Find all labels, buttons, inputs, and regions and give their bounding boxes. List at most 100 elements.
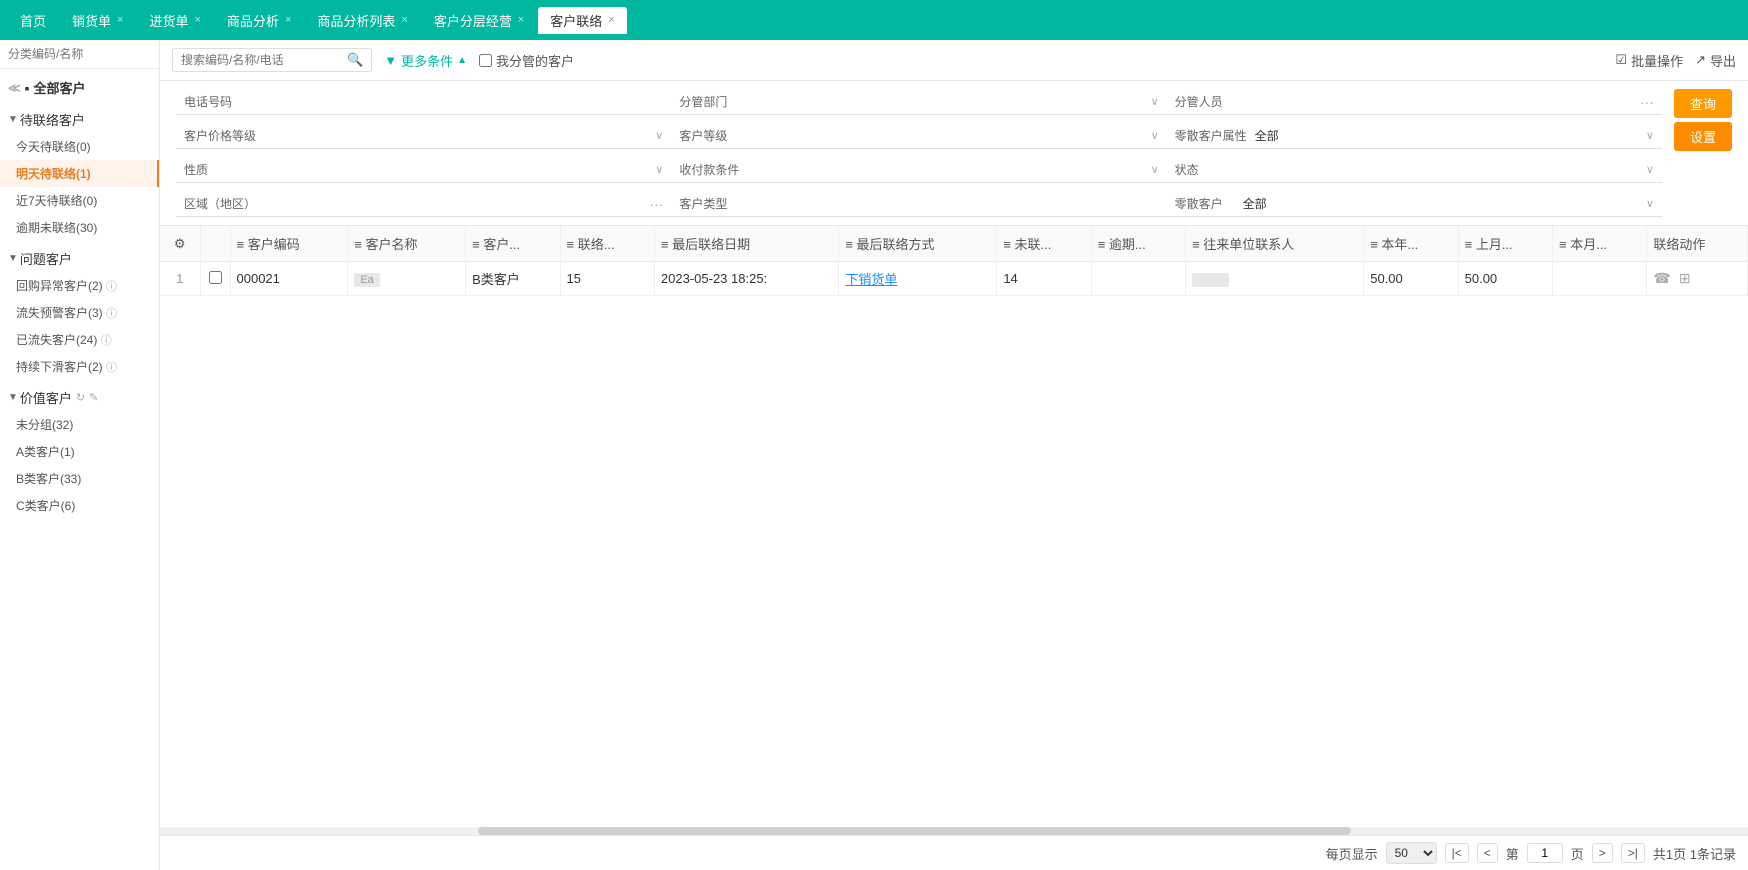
sidebar-item-ungrouped[interactable]: 未分组(32): [0, 411, 159, 438]
section-header-value[interactable]: ▼ 价值客户 ↻ ✎: [0, 384, 159, 411]
close-goods-icon[interactable]: ×: [285, 14, 291, 26]
col-this-year-header[interactable]: ≡ 本年...: [1364, 226, 1458, 262]
top-nav: 首页 销货单 × 进货单 × 商品分析 × 商品分析列表 × 客户分层经营 × …: [0, 0, 1748, 40]
col-this-month-header[interactable]: ≡ 本月...: [1553, 226, 1647, 262]
last-page-btn[interactable]: >|: [1621, 843, 1645, 863]
filter-row-3: 性质 ∨ 收付款条件 ∨ 状态 ∨: [176, 157, 1662, 183]
sidebar-item-declining[interactable]: 持续下滑客户(2) ⓘ: [0, 353, 159, 380]
page-label: 第: [1506, 844, 1519, 863]
col-type-header[interactable]: ≡ 客户...: [466, 226, 560, 262]
close-customer-contact-icon[interactable]: ×: [608, 14, 614, 26]
status-chevron-icon: ∨: [1646, 163, 1654, 176]
per-page-select[interactable]: 50 100 200: [1386, 842, 1437, 864]
row-contact-count: 15: [560, 262, 654, 296]
sidebar-item-abnormal-repurchase[interactable]: 回购异常客户(2) ⓘ: [0, 272, 159, 299]
row-this-month: [1553, 262, 1647, 296]
row-last-method[interactable]: 下销货单: [839, 262, 997, 296]
query-button[interactable]: 查询: [1674, 89, 1732, 118]
search-icon[interactable]: 🔍: [347, 52, 363, 68]
col-last-month-header[interactable]: ≡ 上月...: [1458, 226, 1552, 262]
nav-goods-analysis-list[interactable]: 商品分析列表 ×: [305, 7, 419, 34]
sidebar-item-b-class[interactable]: B类客户(33): [0, 465, 159, 492]
prev-page-btn[interactable]: <: [1477, 843, 1498, 863]
sidebar-item-today-contact[interactable]: 今天待联络(0): [0, 133, 159, 160]
row-last-date: 2023-05-23 18:25:: [654, 262, 838, 296]
nav-sales[interactable]: 销货单 ×: [60, 7, 135, 34]
region-dots-icon[interactable]: ···: [649, 196, 663, 212]
section-problem-label: 问题客户: [20, 249, 72, 268]
filter-person-label: 分管人员: [1175, 93, 1235, 110]
row-code: 000021: [230, 262, 348, 296]
col-contact-count-header[interactable]: ≡ 联络...: [560, 226, 654, 262]
section-header-problem[interactable]: ▼ 问题客户: [0, 245, 159, 272]
filter-payment-label: 收付款条件: [679, 161, 739, 178]
col-no-contact-header[interactable]: ≡ 未联...: [997, 226, 1091, 262]
filter-arrow-icon: ▲: [457, 55, 467, 66]
search-input[interactable]: [181, 53, 341, 67]
export-btn[interactable]: ↗ 导出: [1695, 51, 1736, 70]
col-overdue-header[interactable]: ≡ 逾期...: [1091, 226, 1185, 262]
row-action: ☎ ⊞: [1647, 262, 1748, 296]
scrollbar-thumb[interactable]: [478, 827, 1351, 835]
col-name-header[interactable]: ≡ 客户名称: [348, 226, 466, 262]
sidebar-item-overdue-contact[interactable]: 逾期未联络(30): [0, 214, 159, 241]
close-customer-layer-icon[interactable]: ×: [518, 14, 524, 26]
nav-goods-analysis[interactable]: 商品分析 ×: [215, 7, 303, 34]
sidebar-search-area: 🔍: [0, 40, 159, 69]
filter-row-2: 客户价格等级 ∨ 客户等级 ∨ 零散客户属性 全部 ∨: [176, 123, 1662, 149]
col-checkbox-header: [200, 226, 230, 262]
row-checkbox-cell: [200, 262, 230, 296]
sidebar-item-churn-warning[interactable]: 流失预警客户(3) ⓘ: [0, 299, 159, 326]
export-icon: ↗: [1695, 52, 1706, 68]
filter-retail-customer: 零散客户 全部 ∨: [1167, 191, 1662, 217]
batch-operation-btn[interactable]: ☑ 批量操作: [1615, 51, 1683, 70]
section-pending-contact: ▼ 待联络客户 今天待联络(0) 明天待联络(1) 近7天待联络(0) 逾期未联…: [0, 106, 159, 241]
action-more-icon[interactable]: ⊞: [1679, 270, 1691, 287]
row-contact-person: [1186, 262, 1364, 296]
col-contact-person-header[interactable]: ≡ 往来单位联系人: [1186, 226, 1364, 262]
last-method-link[interactable]: 下销货单: [845, 272, 897, 287]
row-checkbox[interactable]: [209, 271, 222, 284]
nav-home[interactable]: 首页: [8, 7, 58, 34]
nav-customer-layer[interactable]: 客户分层经营 ×: [422, 7, 536, 34]
filter-retail-attr: 零散客户属性 全部 ∨: [1167, 123, 1662, 149]
filter-retail-customer-label: 零散客户: [1175, 195, 1235, 212]
close-goods-list-icon[interactable]: ×: [401, 14, 407, 26]
horizontal-scrollbar[interactable]: [160, 827, 1748, 835]
close-sales-icon[interactable]: ×: [117, 14, 123, 26]
sidebar-item-a-class[interactable]: A类客户(1): [0, 438, 159, 465]
filter-region-label: 区域（地区）: [184, 195, 256, 212]
col-last-date-header[interactable]: ≡ 最后联络日期: [654, 226, 838, 262]
customer-level-chevron-icon: ∨: [1151, 129, 1159, 142]
sidebar-root-all-customers[interactable]: ≪ ▪ 全部客户: [0, 73, 159, 102]
col-last-method-header[interactable]: ≡ 最后联络方式: [839, 226, 997, 262]
action-phone-icon[interactable]: ☎: [1653, 270, 1670, 287]
filter-phone-label: 电话号码: [184, 93, 244, 110]
sidebar-search-input[interactable]: [8, 47, 163, 61]
more-filter-btn[interactable]: ▼ 更多条件 ▲: [384, 51, 467, 70]
search-input-wrap: 🔍: [172, 48, 372, 72]
sidebar-item-c-class[interactable]: C类客户(6): [0, 492, 159, 519]
next-page-btn[interactable]: >: [1592, 843, 1613, 863]
nav-purchase[interactable]: 进货单 ×: [137, 7, 212, 34]
col-code-header[interactable]: ≡ 客户编码: [230, 226, 348, 262]
filter-nature: 性质 ∨: [176, 157, 671, 183]
first-page-btn[interactable]: |<: [1445, 843, 1469, 863]
row-name: Ea: [348, 262, 466, 296]
col-settings[interactable]: ⚙: [160, 226, 200, 262]
my-customers-checkbox[interactable]: [479, 54, 492, 67]
filter-customer-level: 客户等级 ∨: [671, 123, 1166, 149]
nav-customer-contact[interactable]: 客户联络 ×: [538, 7, 626, 34]
retail-attr-chevron-icon: ∨: [1646, 129, 1654, 142]
filter-dept: 分管部门 ∨: [671, 89, 1166, 115]
row-overdue: [1091, 262, 1185, 296]
sidebar-item-7days-contact[interactable]: 近7天待联络(0): [0, 187, 159, 214]
section-header-pending[interactable]: ▼ 待联络客户: [0, 106, 159, 133]
page-input[interactable]: [1527, 843, 1563, 863]
sidebar-item-churned[interactable]: 已流失客户(24) ⓘ: [0, 326, 159, 353]
set-button[interactable]: 设置: [1674, 122, 1732, 151]
sidebar-item-tomorrow-contact[interactable]: 明天待联络(1): [0, 160, 159, 187]
person-dots-icon[interactable]: ···: [1640, 94, 1654, 110]
close-purchase-icon[interactable]: ×: [194, 14, 200, 26]
filter-phone: 电话号码: [176, 89, 671, 115]
